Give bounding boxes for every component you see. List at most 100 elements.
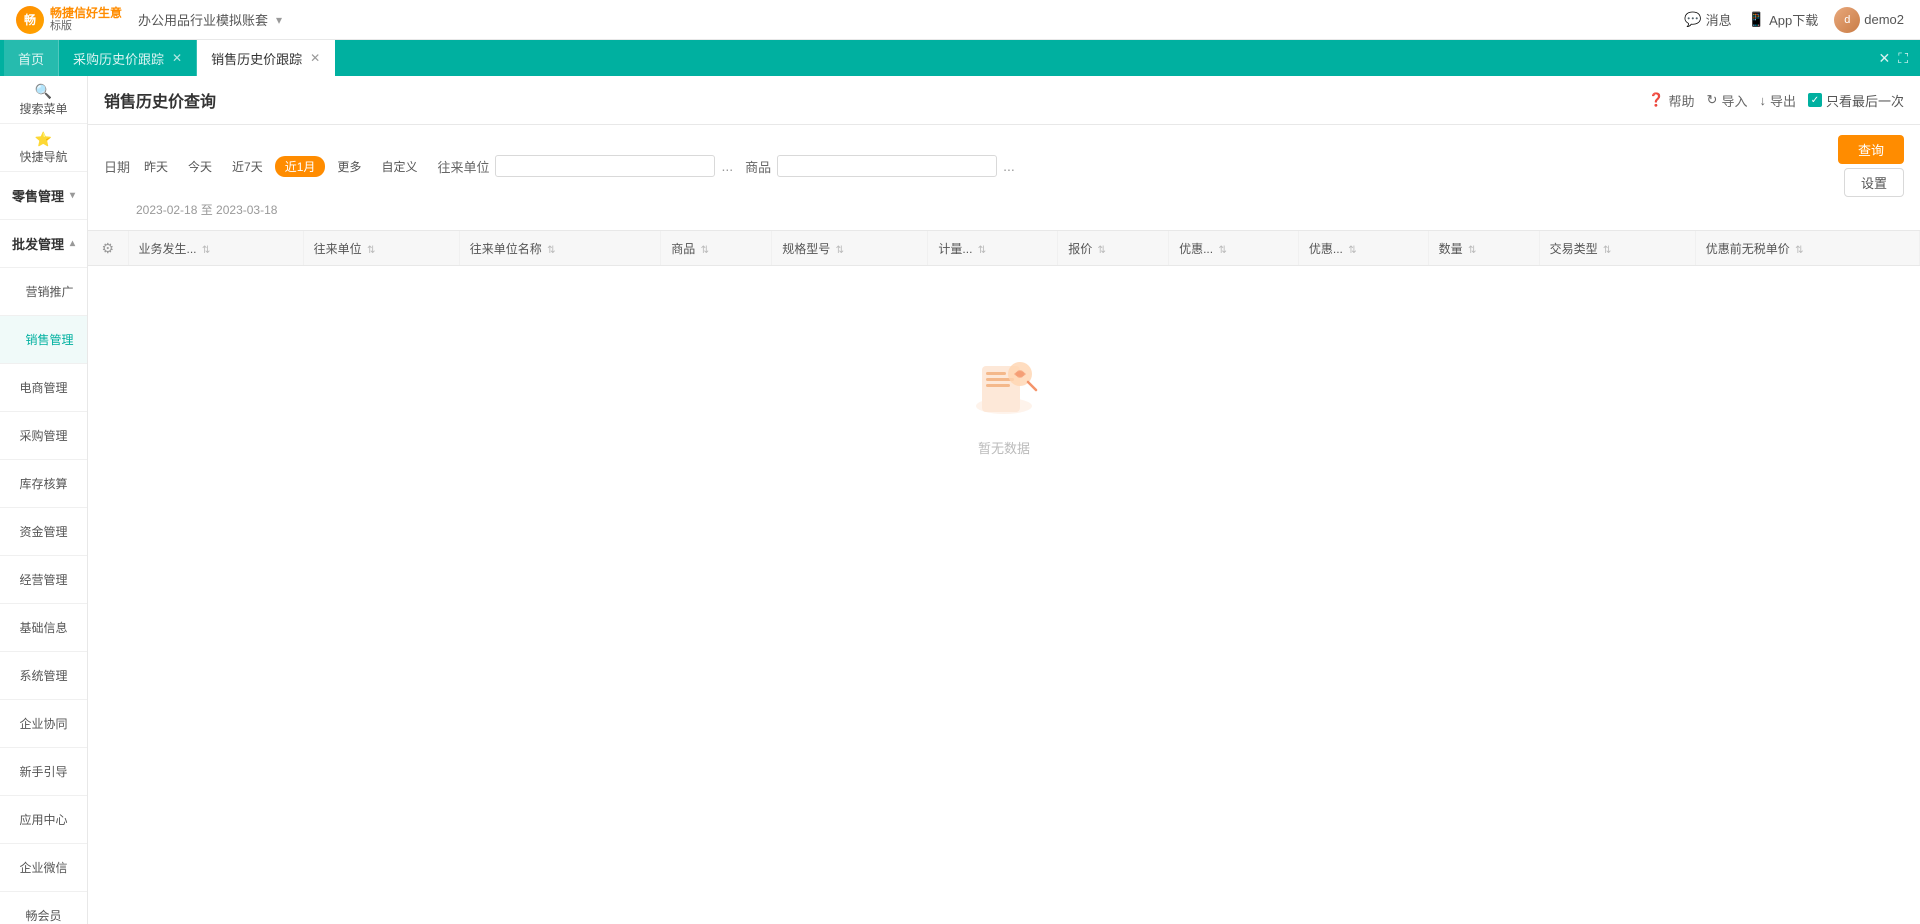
column-gear[interactable]: ⚙ [88,231,128,266]
tab-purchase[interactable]: 采购历史价跟踪 ✕ [59,40,197,76]
sort-partner-code-icon: ⇅ [367,245,375,256]
column-spec[interactable]: 规格型号 ⇅ [772,231,928,266]
sort-discount2-icon: ⇅ [1348,245,1356,256]
settings-button[interactable]: 设置 [1844,168,1904,197]
sort-pre-tax-icon: ⇅ [1795,245,1803,256]
only-last-checkbox[interactable] [1808,93,1822,107]
action-buttons: 查询 设置 [1838,135,1904,197]
dropdown-icon[interactable]: ▾ [276,13,282,27]
date-btn-7days[interactable]: 近7天 [224,156,271,177]
column-trade-type[interactable]: 交易类型 ⇅ [1539,231,1695,266]
date-btn-yesterday[interactable]: 昨天 [136,156,176,177]
date-btn-today[interactable]: 今天 [180,156,220,177]
column-biz-date[interactable]: 业务发生... ⇅ [128,231,303,266]
import-icon: ↻ [1707,92,1718,108]
partner-input[interactable] [495,155,715,177]
tab-purchase-label: 采购历史价跟踪 [73,49,164,68]
top-bar-right: 💬 消息 📱 App下载 d demo2 [1684,7,1904,33]
empty-illustration [964,346,1044,426]
sidebar: 🔍 搜索菜单 ⭐ 快捷导航 零售管理 ▾ 批发管理 ▴ 营销推广 销售管理 电商… [0,76,88,924]
app-title: 办公用品行业模拟账套 [138,10,268,29]
page-title: 销售历史价查询 [104,88,216,112]
sidebar-item-apps[interactable]: 应用中心 [0,796,87,844]
sort-discount1-icon: ⇅ [1218,245,1226,256]
column-qty[interactable]: 数量 ⇅ [1428,231,1539,266]
sidebar-item-finance[interactable]: 资金管理 [0,508,87,556]
tab-bar-right: ✕ ⛶ [1878,50,1916,67]
logo-icon: 畅 [16,6,44,34]
date-btn-custom[interactable]: 自定义 [373,156,425,177]
sidebar-item-marketing[interactable]: 营销推广 [0,268,87,316]
sidebar-item-search[interactable]: 🔍 搜索菜单 [0,76,87,124]
close-all-tabs-button[interactable]: ✕ [1878,50,1890,67]
export-button[interactable]: ↓ 导出 [1759,91,1796,110]
message-button[interactable]: 💬 消息 [1684,10,1731,29]
sidebar-item-member[interactable]: 畅会员 [0,892,87,924]
partner-dots-icon[interactable]: ... [721,158,733,174]
sort-product-icon: ⇅ [701,245,709,256]
sidebar-item-basic[interactable]: 基础信息 [0,604,87,652]
filter-row: 日期 昨天 今天 近7天 近1月 更多 自定义 往来单位 ... [104,135,1904,197]
column-partner-code[interactable]: 往来单位 ⇅ [303,231,459,266]
sidebar-item-wechat[interactable]: 企业微信 [0,844,87,892]
sidebar-item-enterprise[interactable]: 企业协同 [0,700,87,748]
product-input[interactable] [777,155,997,177]
maximize-button[interactable]: ⛶ [1898,50,1908,67]
shortcut-icon: ⭐ [35,131,52,148]
sidebar-item-system[interactable]: 系统管理 [0,652,87,700]
export-icon: ↓ [1759,93,1766,108]
page-title-row: 销售历史价查询 ❓ 帮助 ↻ 导入 ↓ 导出 [104,88,1904,112]
sort-trade-type-icon: ⇅ [1603,245,1611,256]
date-label: 日期 [104,157,130,176]
column-quote[interactable]: 报价 ⇅ [1058,231,1169,266]
empty-icon [964,346,1044,426]
sidebar-item-inventory[interactable]: 库存核算 [0,460,87,508]
tab-home[interactable]: 首页 [4,40,59,76]
column-discount2[interactable]: 优惠... ⇅ [1298,231,1428,266]
wholesale-chevron-icon: ▴ [70,238,75,249]
tab-bar: 首页 采购历史价跟踪 ✕ 销售历史价跟踪 ✕ ✕ ⛶ [0,40,1920,76]
query-button[interactable]: 查询 [1838,135,1904,164]
sidebar-item-sales-mgr[interactable]: 销售管理 [0,316,87,364]
sidebar-item-wholesale[interactable]: 批发管理 ▴ [0,220,87,268]
column-unit[interactable]: 计量... ⇅ [928,231,1058,266]
sort-qty-icon: ⇅ [1468,245,1476,256]
tab-sales-label: 销售历史价跟踪 [211,49,302,68]
date-btn-more[interactable]: 更多 [329,156,369,177]
search-icon: 🔍 [35,83,52,100]
partner-label: 往来单位 [437,157,489,176]
help-button[interactable]: ❓ 帮助 [1648,91,1694,110]
page-header: 销售历史价查询 ❓ 帮助 ↻ 导入 ↓ 导出 [88,76,1920,125]
tab-home-label: 首页 [18,49,44,68]
sidebar-item-shortcut[interactable]: ⭐ 快捷导航 [0,124,87,172]
import-button[interactable]: ↻ 导入 [1707,91,1748,110]
sidebar-item-purchase[interactable]: 采购管理 [0,412,87,460]
sort-partner-name-icon: ⇅ [547,245,555,256]
tab-sales[interactable]: 销售历史价跟踪 ✕ [197,40,335,76]
content-area: 销售历史价查询 ❓ 帮助 ↻ 导入 ↓ 导出 [88,76,1920,924]
data-table: ⚙ 业务发生... ⇅ 往来单位 ⇅ 往来单位名称 ⇅ [88,231,1920,266]
user-avatar: d [1834,7,1860,33]
table-header-row: ⚙ 业务发生... ⇅ 往来单位 ⇅ 往来单位名称 ⇅ [88,231,1920,266]
tab-sales-close[interactable]: ✕ [310,51,320,65]
column-pre-tax[interactable]: 优惠前无税单价 ⇅ [1695,231,1919,266]
top-bar-left: 畅 畅捷信好生意 标版 办公用品行业模拟账套 ▾ [16,6,282,34]
app-download-button[interactable]: 📱 App下载 [1748,10,1819,29]
tab-purchase-close[interactable]: ✕ [172,51,182,65]
date-btn-1month[interactable]: 近1月 [275,156,326,177]
only-last-checkbox-label[interactable]: 只看最后一次 [1808,91,1904,110]
column-discount1[interactable]: 优惠... ⇅ [1169,231,1299,266]
sidebar-item-guide[interactable]: 新手引导 [0,748,87,796]
sort-quote-icon: ⇅ [1098,245,1106,256]
sidebar-item-ecommerce[interactable]: 电商管理 [0,364,87,412]
sidebar-item-retail[interactable]: 零售管理 ▾ [0,172,87,220]
sidebar-item-operations[interactable]: 经营管理 [0,556,87,604]
product-dots-icon[interactable]: ... [1003,158,1015,174]
user-profile[interactable]: d demo2 [1834,7,1904,33]
column-partner-name[interactable]: 往来单位名称 ⇅ [459,231,661,266]
column-product[interactable]: 商品 ⇅ [661,231,772,266]
gear-icon[interactable]: ⚙ [99,239,117,257]
page-actions: ❓ 帮助 ↻ 导入 ↓ 导出 只看最后一次 [1648,91,1904,110]
product-filter-group: 商品 ... [745,155,1015,177]
message-icon: 💬 [1684,11,1701,28]
